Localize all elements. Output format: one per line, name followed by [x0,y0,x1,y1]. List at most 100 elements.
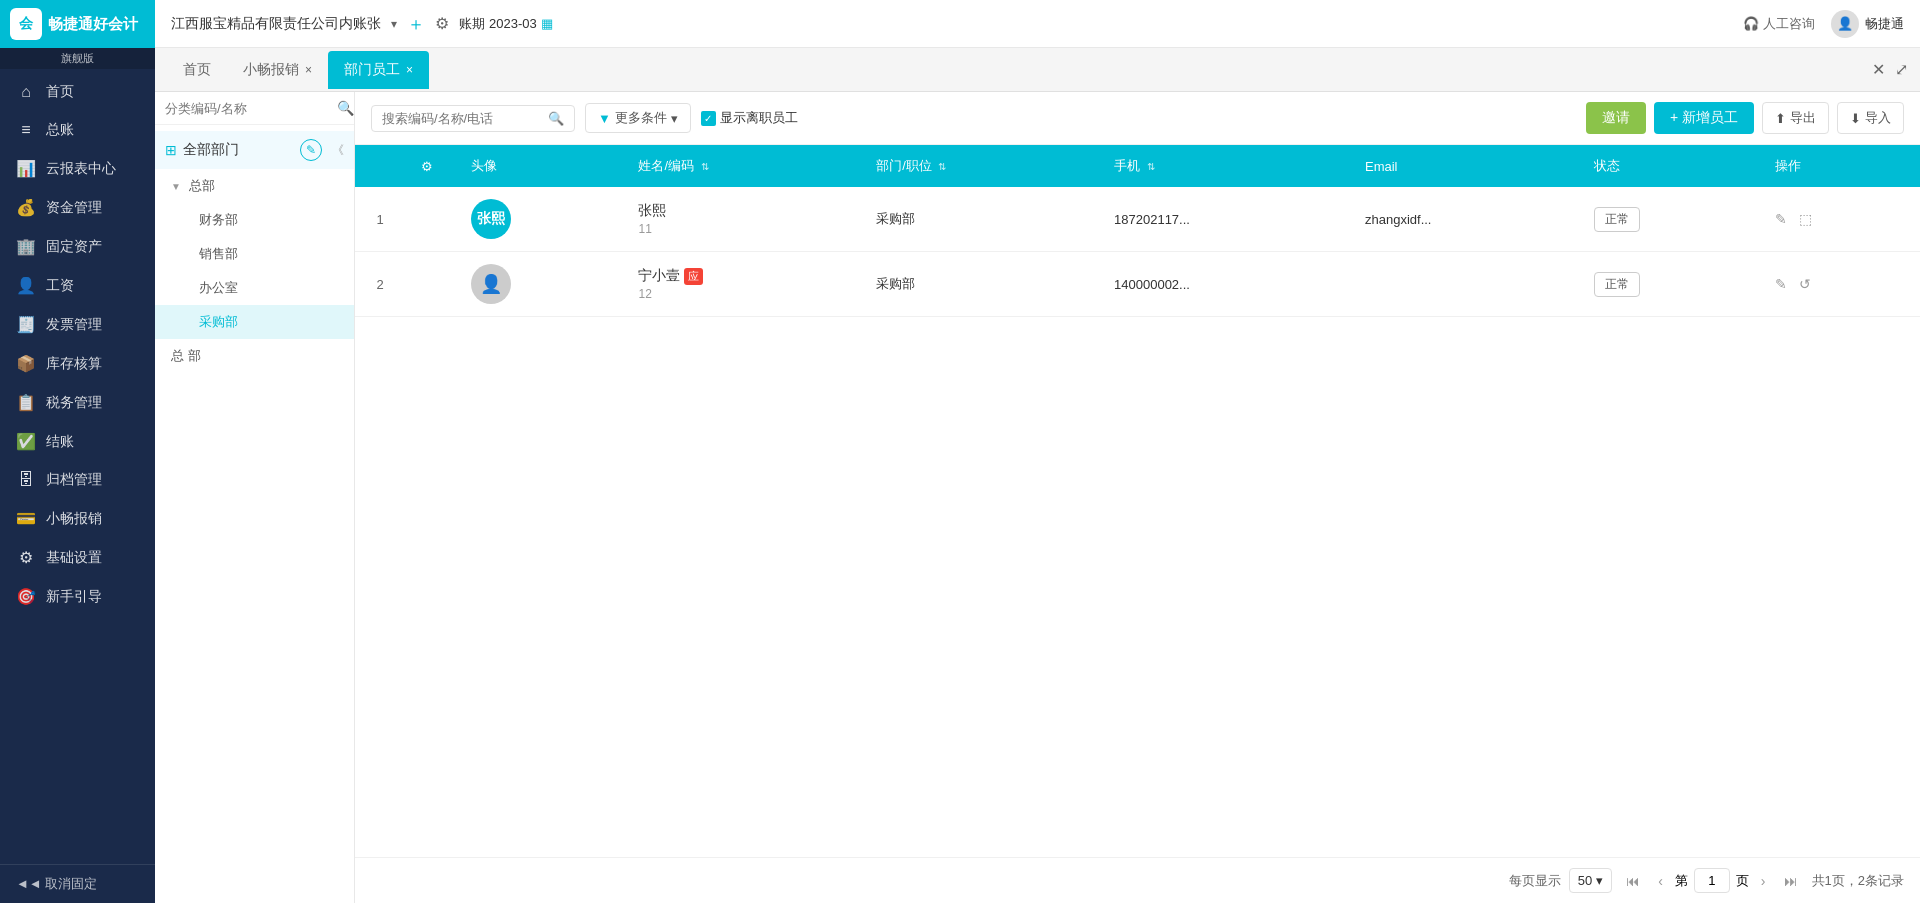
user-name: 畅捷通 [1865,15,1904,33]
page-first-button[interactable]: ⏮ [1620,871,1646,891]
sidebar-item-ledger[interactable]: ≡ 总账 [0,111,155,149]
show-resign-checkbox[interactable]: ✓ [701,111,716,126]
cell-name-1: 张熙 11 [622,187,860,252]
dept-grid-icon: ⊞ [165,142,177,158]
settings-button[interactable]: ⚙ [435,14,449,33]
sort-dept-icon[interactable]: ⇅ [938,161,946,172]
tab-expense-close[interactable]: × [305,63,312,77]
cell-avatar-1: 张熙 [455,187,622,252]
dept-collapse-icon[interactable]: 《 [332,142,344,159]
tab-right-icons: ✕ ⤢ [1872,60,1908,79]
page-word: 页 [1736,872,1749,890]
col-settings[interactable]: ⚙ [405,145,455,187]
sort-name-icon[interactable]: ⇅ [701,161,709,172]
col-dept-position[interactable]: 部门/职位 ⇅ [860,145,1098,187]
export-button[interactable]: ⬆ 导出 [1762,102,1829,134]
sidebar-item-payroll[interactable]: 👤 工资 [0,266,155,305]
guide-icon: 🎯 [16,587,36,606]
edit-button-2[interactable]: ✎ [1775,276,1787,292]
edit-button-1[interactable]: ✎ [1775,211,1787,227]
sidebar-item-archive[interactable]: 🗄 归档管理 [0,461,155,499]
tab-dept-employee[interactable]: 部门员工 × [328,51,429,89]
company-name: 江西服宝精品有限责任公司内账张 [171,15,381,33]
import-button[interactable]: ⬇ 导入 [1837,102,1904,134]
dept-node-purchase-label: 采购部 [199,314,238,329]
dept-node-finance[interactable]: 财务部 [155,203,354,237]
invite-button[interactable]: 邀请 [1586,102,1646,134]
dept-node-head[interactable]: ▼ 总部 [155,169,354,203]
cell-email-2 [1349,252,1578,317]
dept-edit-button[interactable]: ✎ [300,139,322,161]
page-nav: ⏮ ‹ 第 页 › ⏭ [1620,868,1803,893]
tab-home[interactable]: 首页 [167,51,227,89]
support-button[interactable]: 🎧 人工咨询 [1743,15,1815,33]
tab-maximize-icon[interactable]: ⤢ [1895,60,1908,79]
tab-dept-employee-close[interactable]: × [406,63,413,77]
page-input[interactable] [1694,868,1730,893]
dept-node-office-label: 办公室 [199,280,238,295]
company-dropdown-icon[interactable]: ▾ [391,17,397,31]
page-next-button[interactable]: › [1755,871,1772,891]
filter-button[interactable]: ▼ 更多条件 ▾ [585,103,691,133]
dept-search-icon[interactable]: 🔍 [337,100,354,116]
support-label: 人工咨询 [1763,15,1815,33]
employee-search-icon[interactable]: 🔍 [548,111,564,126]
page-current-label: 第 [1675,872,1688,890]
main-area: 江西服宝精品有限责任公司内账张 ▾ ＋ ⚙ 账期 2023-03 ▦ 🎧 人工咨… [155,0,1920,903]
user-avatar: 👤 [1831,10,1859,38]
sidebar-item-invoice[interactable]: 🧾 发票管理 [0,305,155,344]
page-last-button[interactable]: ⏭ [1778,871,1804,891]
headset-icon: 🎧 [1743,16,1759,31]
sidebar-item-tax[interactable]: 📋 税务管理 [0,383,155,422]
sidebar-item-home[interactable]: ⌂ 首页 [0,73,155,111]
sidebar-item-expense[interactable]: 💳 小畅报销 [0,499,155,538]
cell-status-1: 正常 [1578,187,1759,252]
sidebar-item-fixed-assets[interactable]: 🏢 固定资产 [0,227,155,266]
dept-all-header[interactable]: ⊞ 全部部门 ✎ 《 [155,131,354,169]
sidebar-item-inventory[interactable]: 📦 库存核算 [0,344,155,383]
sidebar-item-label-guide: 新手引导 [46,588,102,606]
dept-node-general[interactable]: 总 部 [155,339,354,373]
add-company-button[interactable]: ＋ [407,12,425,36]
sidebar-unpin-button[interactable]: ◄◄ 取消固定 [0,864,155,903]
sidebar-item-funds[interactable]: 💰 资金管理 [0,188,155,227]
add-employee-button[interactable]: + 新增员工 [1654,102,1754,134]
page-total-label: 共1页，2条记录 [1812,872,1904,890]
calendar-icon[interactable]: ▦ [541,16,553,31]
col-phone[interactable]: 手机 ⇅ [1098,145,1349,187]
sidebar-edition: 旗舰版 [0,48,155,69]
sidebar-item-guide[interactable]: 🎯 新手引导 [0,577,155,616]
col-actions: 操作 [1759,145,1920,187]
dept-node-office[interactable]: 办公室 [155,271,354,305]
cell-avatar-2: 👤 [455,252,622,317]
cell-index-1: 1 [355,187,405,252]
sidebar-item-settings[interactable]: ⚙ 基础设置 [0,538,155,577]
user-menu[interactable]: 👤 畅捷通 [1831,10,1904,38]
dept-node-purchase[interactable]: 采购部 [155,305,354,339]
page-prev-button[interactable]: ‹ [1652,871,1669,891]
tab-expense[interactable]: 小畅报销 × [227,51,328,89]
sort-phone-icon[interactable]: ⇅ [1147,161,1155,172]
employee-name-1: 张熙 [638,202,844,220]
employee-search-input[interactable] [382,111,542,126]
home-icon: ⌂ [16,83,36,101]
exit-button-1[interactable]: ⬚ [1799,211,1812,227]
content-area: 🔍 ⊞ 全部部门 ✎ 《 ▼ 总部 财务部 销售部 [155,92,1920,903]
dept-search-input[interactable] [165,101,333,116]
expense-icon: 💳 [16,509,36,528]
sidebar-item-checkout[interactable]: ✅ 结账 [0,422,155,461]
sidebar-item-reports[interactable]: 📊 云报表中心 [0,149,155,188]
cell-settings-1 [405,187,455,252]
unpin-label: ◄◄ 取消固定 [16,875,97,893]
show-resign-toggle[interactable]: ✓ 显示离职员工 [701,109,798,127]
col-name-code[interactable]: 姓名/编码 ⇅ [622,145,860,187]
app-logo-icon: 会 [10,8,42,40]
sidebar-item-label-expense: 小畅报销 [46,510,102,528]
dept-node-sales[interactable]: 销售部 [155,237,354,271]
employee-table-container: ⚙ 头像 姓名/编码 ⇅ 部门/职位 ⇅ 手机 ⇅ Email 状态 操作 [355,145,1920,857]
table-row: 2 👤 宁小壹 应 [355,252,1920,317]
refresh-button-2[interactable]: ↺ [1799,276,1811,292]
page-size-select[interactable]: 50 ▾ [1569,868,1612,893]
col-avatar: 头像 [455,145,622,187]
tab-close-window-icon[interactable]: ✕ [1872,60,1885,79]
